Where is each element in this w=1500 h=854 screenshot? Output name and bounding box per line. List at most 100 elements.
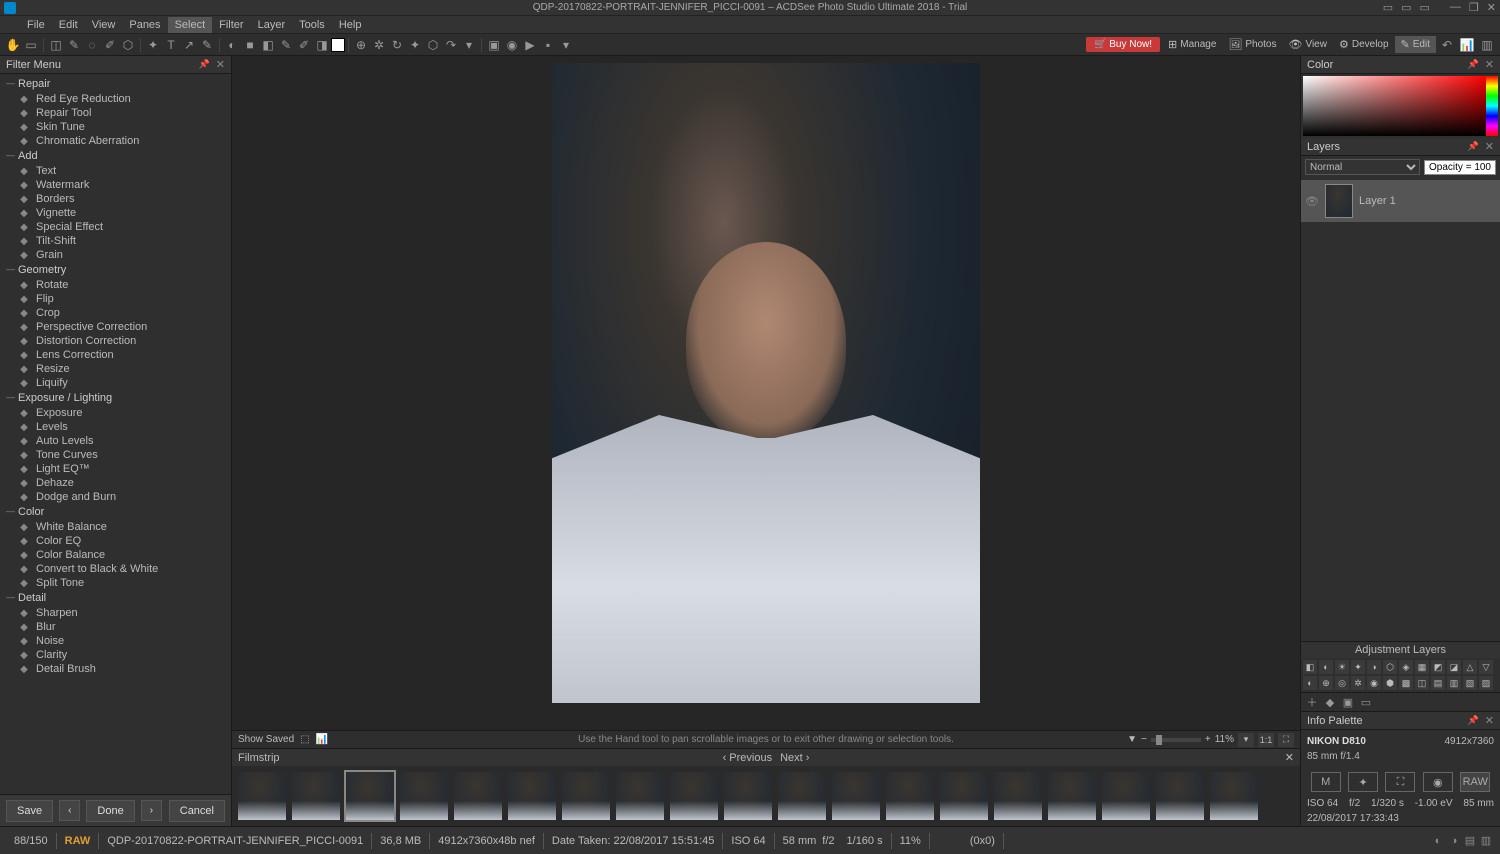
- opacity-field[interactable]: Opacity = 100: [1424, 160, 1496, 175]
- adj-icon[interactable]: ◐: [1303, 676, 1317, 690]
- show-saved-toggle[interactable]: Show Saved: [238, 734, 294, 745]
- tool-icon[interactable]: ⬡: [424, 36, 442, 54]
- hand-tool-icon[interactable]: ✋: [4, 36, 22, 54]
- pin-icon[interactable]: 📌: [1468, 59, 1479, 70]
- tree-item[interactable]: ◆Skin Tune: [0, 120, 231, 134]
- maximize-icon[interactable]: ❐: [1469, 1, 1479, 14]
- buy-now-button[interactable]: 🛒 Buy Now!: [1086, 37, 1160, 52]
- adj-icon[interactable]: △: [1463, 660, 1477, 674]
- adj-icon[interactable]: ▤: [1431, 676, 1445, 690]
- thumbnail[interactable]: [1210, 772, 1258, 820]
- one-to-one-icon[interactable]: 1:1: [1258, 733, 1274, 747]
- tree-item[interactable]: ◆Sharpen: [0, 606, 231, 620]
- save-button[interactable]: Save: [6, 800, 53, 822]
- compare-icon[interactable]: ⬚: [300, 734, 309, 745]
- histogram-icon[interactable]: 📊: [1458, 36, 1476, 54]
- tree-item[interactable]: ◆Special Effect: [0, 220, 231, 234]
- adj-icon[interactable]: ▥: [1447, 676, 1461, 690]
- close-icon[interactable]: ✕: [1485, 714, 1494, 727]
- tree-item[interactable]: ◆Detail Brush: [0, 662, 231, 676]
- tree-item[interactable]: ◆Split Tone: [0, 576, 231, 590]
- tool-icon[interactable]: ✦: [406, 36, 424, 54]
- thumbnail[interactable]: [724, 772, 772, 820]
- tree-item[interactable]: ◆Lens Correction: [0, 348, 231, 362]
- adj-icon[interactable]: ◐: [1319, 660, 1333, 674]
- minimize-icon[interactable]: —: [1450, 1, 1461, 14]
- tree-item[interactable]: ◆Vignette: [0, 206, 231, 220]
- menu-view[interactable]: View: [85, 17, 123, 33]
- thumbnail[interactable]: [994, 772, 1042, 820]
- tree-item[interactable]: ◆Resize: [0, 362, 231, 376]
- adj-icon[interactable]: ⊕: [1319, 676, 1333, 690]
- filmstrip[interactable]: [232, 766, 1300, 826]
- thumbnail[interactable]: [508, 772, 556, 820]
- thumbnail[interactable]: [1102, 772, 1150, 820]
- zoom-menu-icon[interactable]: ▼: [1127, 734, 1137, 745]
- window-layout-icon[interactable]: ▭: [1401, 1, 1411, 14]
- tree-item[interactable]: ◆Exposure: [0, 406, 231, 420]
- done-menu-chevron-icon[interactable]: ›: [141, 800, 162, 821]
- adj-icon[interactable]: ✲: [1351, 676, 1365, 690]
- pin-icon[interactable]: 📌: [1468, 715, 1479, 726]
- tree-item[interactable]: ◆Color Balance: [0, 548, 231, 562]
- tree-group[interactable]: Geometry: [0, 262, 231, 278]
- tool-icon[interactable]: T: [162, 36, 180, 54]
- tool-icon[interactable]: ✦: [144, 36, 162, 54]
- thumbnail[interactable]: [832, 772, 880, 820]
- tool-icon[interactable]: ✎: [198, 36, 216, 54]
- menu-tools[interactable]: Tools: [292, 17, 332, 33]
- actual-size-icon[interactable]: ▾: [1238, 733, 1254, 747]
- thumbnail[interactable]: [562, 772, 610, 820]
- adj-icon[interactable]: ◈: [1399, 660, 1413, 674]
- tree-item[interactable]: ◆Auto Levels: [0, 434, 231, 448]
- layer-row[interactable]: 👁 Layer 1: [1301, 180, 1500, 222]
- image-preview[interactable]: [552, 63, 980, 703]
- tree-item[interactable]: ◆Crop: [0, 306, 231, 320]
- zoom-slider[interactable]: [1151, 738, 1201, 742]
- tool-icon[interactable]: ↻: [388, 36, 406, 54]
- sb-icon[interactable]: ◐: [1430, 833, 1446, 849]
- mode-develop[interactable]: ⚙Develop: [1333, 36, 1395, 53]
- tree-item[interactable]: ◆Dodge and Burn: [0, 490, 231, 504]
- thumbnail[interactable]: [616, 772, 664, 820]
- select-tool-icon[interactable]: ▭: [22, 36, 40, 54]
- menu-help[interactable]: Help: [332, 17, 369, 33]
- tool-icon[interactable]: ✲: [370, 36, 388, 54]
- merge-icon[interactable]: ▣: [1341, 695, 1355, 709]
- menu-edit[interactable]: Edit: [52, 17, 85, 33]
- adj-icon[interactable]: ◉: [1367, 676, 1381, 690]
- tree-item[interactable]: ◆Convert to Black & White: [0, 562, 231, 576]
- mode-manage[interactable]: ⊞Manage: [1162, 36, 1222, 53]
- panel-icon[interactable]: ▥: [1478, 36, 1496, 54]
- close-icon[interactable]: ✕: [216, 58, 225, 71]
- thumbnail[interactable]: [400, 772, 448, 820]
- cancel-button[interactable]: Cancel: [169, 800, 225, 822]
- viewport[interactable]: [232, 56, 1300, 730]
- adj-icon[interactable]: ⬢: [1383, 676, 1397, 690]
- fit-icon[interactable]: ⛶: [1278, 733, 1294, 747]
- tool-icon[interactable]: ▪: [539, 36, 557, 54]
- tree-item[interactable]: ◆Grain: [0, 248, 231, 262]
- adj-icon[interactable]: ☀: [1335, 660, 1349, 674]
- tool-icon[interactable]: ✐: [295, 36, 313, 54]
- tool-icon[interactable]: ⬡: [119, 36, 137, 54]
- blend-mode-select[interactable]: Normal: [1305, 159, 1420, 175]
- tree-item[interactable]: ◆Light EQ™: [0, 462, 231, 476]
- tree-group[interactable]: Exposure / Lighting: [0, 390, 231, 406]
- tree-group[interactable]: Detail: [0, 590, 231, 606]
- tree-item[interactable]: ◆Watermark: [0, 178, 231, 192]
- tool-icon[interactable]: ✎: [65, 36, 83, 54]
- tool-icon[interactable]: ▾: [460, 36, 478, 54]
- next-button[interactable]: Next ›: [780, 752, 809, 764]
- save-menu-chevron-icon[interactable]: ‹: [59, 800, 80, 821]
- tree-item[interactable]: ◆Liquify: [0, 376, 231, 390]
- adj-icon[interactable]: ✦: [1351, 660, 1365, 674]
- zoom-in-icon[interactable]: +: [1205, 734, 1211, 745]
- thumbnail[interactable]: [346, 772, 394, 820]
- undo-icon[interactable]: ↶: [1438, 36, 1456, 54]
- window-layout-icon[interactable]: ▭: [1383, 1, 1393, 14]
- tree-item[interactable]: ◆Blur: [0, 620, 231, 634]
- thumbnail[interactable]: [670, 772, 718, 820]
- adj-icon[interactable]: ▦: [1415, 660, 1429, 674]
- pin-icon[interactable]: 📌: [199, 59, 210, 70]
